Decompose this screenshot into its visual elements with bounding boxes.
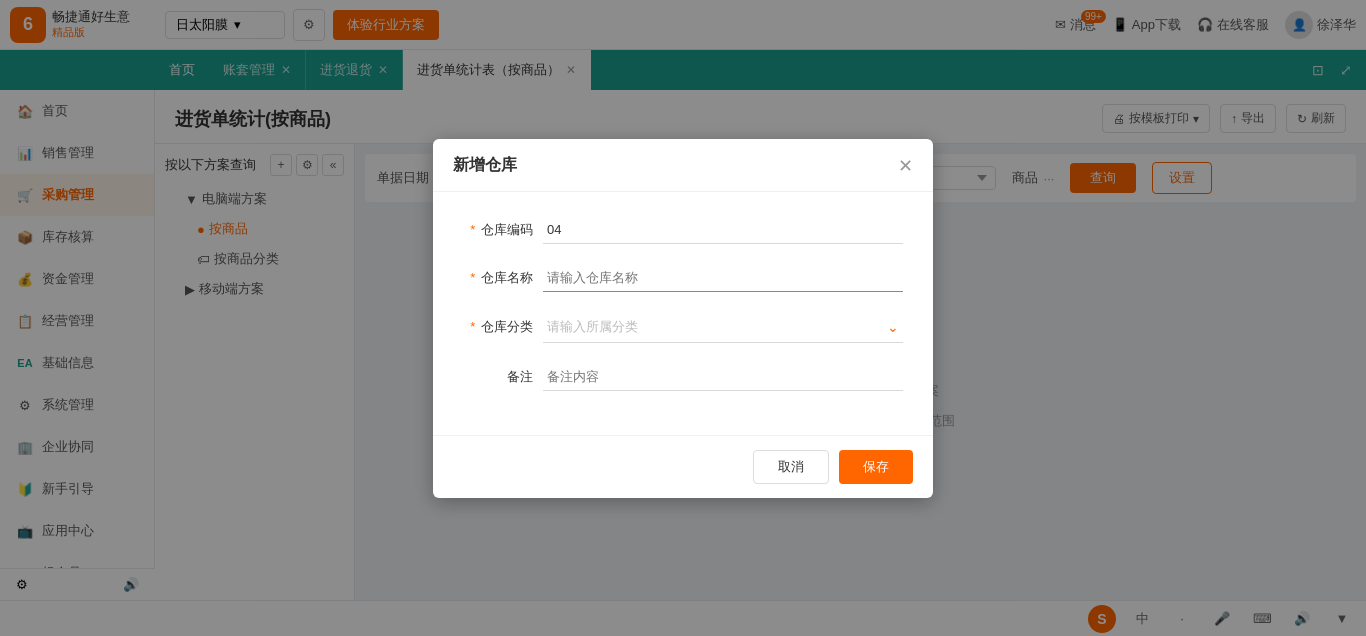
save-button[interactable]: 保存 xyxy=(839,450,913,484)
warehouse-name-label: * 仓库名称 xyxy=(463,269,533,287)
remark-label: 备注 xyxy=(463,368,533,386)
dialog-header: 新增仓库 ✕ xyxy=(433,139,933,192)
warehouse-name-input[interactable] xyxy=(543,264,903,292)
cancel-button[interactable]: 取消 xyxy=(753,450,829,484)
form-item-warehouse-name: * 仓库名称 xyxy=(463,264,903,292)
dialog-close-button[interactable]: ✕ xyxy=(898,155,913,177)
dialog-footer: 取消 保存 xyxy=(433,435,933,498)
warehouse-category-select[interactable]: 请输入所属分类 ⌄ xyxy=(543,312,903,343)
warehouse-code-label: * 仓库编码 xyxy=(463,221,533,239)
select-arrow-icon: ⌄ xyxy=(887,319,899,335)
form-item-warehouse-category: * 仓库分类 请输入所属分类 ⌄ xyxy=(463,312,903,343)
warehouse-category-label: * 仓库分类 xyxy=(463,318,533,336)
dialog-body: * 仓库编码 * 仓库名称 * 仓库分类 请输入所属 xyxy=(433,192,933,435)
warehouse-code-input[interactable] xyxy=(543,216,903,244)
dialog-overlay: 新增仓库 ✕ * 仓库编码 * 仓库名称 xyxy=(0,0,1366,636)
dialog-title: 新增仓库 xyxy=(453,155,517,176)
form-item-warehouse-code: * 仓库编码 xyxy=(463,216,903,244)
form-item-remark: 备注 xyxy=(463,363,903,391)
add-warehouse-dialog: 新增仓库 ✕ * 仓库编码 * 仓库名称 xyxy=(433,139,933,498)
category-placeholder: 请输入所属分类 xyxy=(547,318,638,336)
remark-input[interactable] xyxy=(543,363,903,391)
